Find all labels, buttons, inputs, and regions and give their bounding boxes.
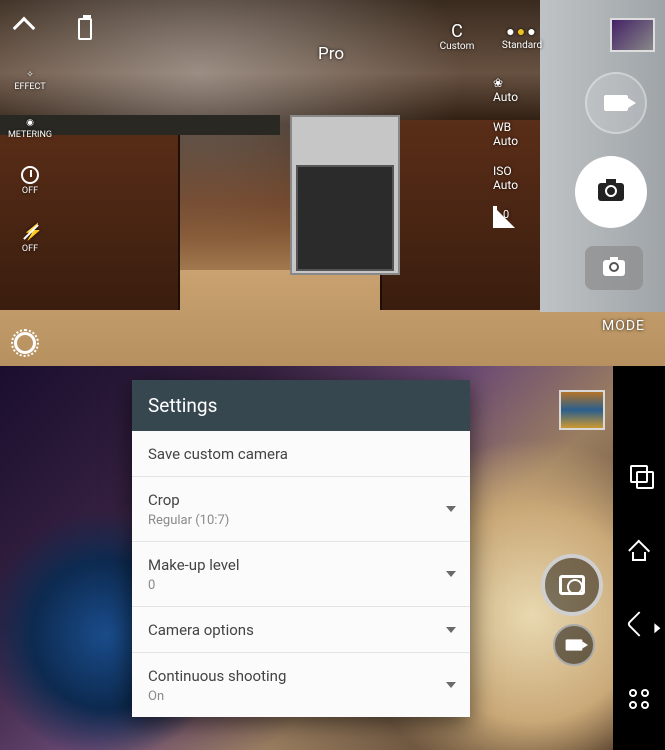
chevron-down-icon (446, 627, 456, 633)
collapse-button[interactable] (16, 20, 32, 36)
chevron-down-icon (446, 571, 456, 577)
chevron-down-icon (446, 506, 456, 512)
iso-header: ISO (493, 164, 543, 178)
focus-value: Auto (493, 90, 518, 104)
camera-icon (598, 183, 624, 201)
custom-icon: C (434, 23, 480, 41)
timer-icon (21, 166, 39, 184)
mode-button[interactable]: MODE (602, 318, 645, 334)
settings-item-save-custom[interactable]: Save custom camera (132, 431, 470, 477)
gallery-thumbnail-2[interactable] (559, 390, 605, 430)
mode-standard-button[interactable]: ●●● Standard (494, 23, 550, 51)
home-button[interactable] (627, 537, 651, 561)
metering-label: METERING (8, 130, 52, 140)
switch-camera-icon (603, 260, 625, 276)
back-button[interactable] (627, 612, 651, 636)
settings-item-label: Save custom camera (148, 445, 454, 463)
mode-custom-label: Custom (434, 41, 480, 52)
mode-label-pro: Pro (318, 44, 344, 64)
battery-icon (78, 18, 92, 40)
gear-icon (14, 332, 36, 354)
mode-grid-button[interactable] (627, 687, 651, 711)
video-icon (566, 639, 583, 650)
recents-icon (630, 465, 648, 483)
iso-button[interactable]: ISO Auto (493, 164, 543, 192)
iso-value: Auto (493, 178, 518, 192)
effect-icon: ✧ (6, 70, 54, 80)
chevron-up-icon (13, 17, 36, 40)
wb-header: WB (493, 120, 543, 134)
white-balance-button[interactable]: WB Auto (493, 120, 543, 148)
camera-pro-screenshot: Pro C Custom ●●● Standard ✧ EFFECT ◉ MET… (0, 0, 665, 366)
flash-label: OFF (22, 244, 38, 254)
mode-standard-label: Standard (494, 40, 550, 51)
shutter-button-2[interactable] (541, 554, 603, 616)
metering-button[interactable]: ◉ METERING (6, 118, 54, 140)
focus-button[interactable]: ❀ Auto (493, 76, 543, 104)
video-icon (604, 95, 628, 111)
mode-custom-button[interactable]: C Custom (434, 23, 480, 52)
settings-item-continuous[interactable]: Continuous shooting On (132, 653, 470, 717)
settings-item-label: Crop (148, 491, 454, 509)
chevron-down-icon (446, 682, 456, 688)
camera-icon (559, 575, 585, 595)
effect-label: EFFECT (14, 82, 45, 92)
self-timer-label: OFF (22, 186, 38, 196)
effect-button[interactable]: ✧ EFFECT (6, 70, 54, 92)
settings-item-value: 0 (148, 578, 454, 593)
video-record-button[interactable] (585, 72, 647, 134)
settings-item-label: Make-up level (148, 556, 454, 574)
mode-grid-icon (629, 689, 649, 709)
back-icon (626, 611, 651, 636)
settings-item-makeup[interactable]: Make-up level 0 (132, 542, 470, 607)
shutter-button[interactable] (575, 156, 647, 228)
video-record-button-2[interactable] (553, 624, 595, 666)
settings-item-label: Continuous shooting (148, 667, 454, 685)
settings-button[interactable] (14, 332, 36, 354)
flash-off-icon (23, 222, 37, 242)
wb-value: Auto (493, 134, 518, 148)
focus-icon: ❀ (493, 76, 503, 90)
android-nav-bar (613, 366, 665, 750)
exposure-icon (493, 206, 497, 223)
settings-item-label: Camera options (148, 621, 454, 639)
switch-camera-button[interactable] (585, 246, 643, 290)
settings-dialog: Settings Save custom camera Crop Regular… (132, 380, 470, 717)
settings-title: Settings (132, 380, 470, 431)
metering-icon: ◉ (6, 118, 54, 128)
settings-item-value: On (148, 689, 454, 704)
recents-button[interactable] (627, 462, 651, 486)
palette-icon: ●●● (494, 23, 550, 40)
settings-item-crop[interactable]: Crop Regular (10:7) (132, 477, 470, 542)
settings-item-camera-options[interactable]: Camera options (132, 607, 470, 653)
flash-button[interactable]: OFF (6, 222, 54, 254)
settings-item-value: Regular (10:7) (148, 513, 454, 528)
exposure-button[interactable]: 0 (493, 208, 543, 222)
self-timer-button[interactable]: OFF (6, 166, 54, 196)
camera-settings-screenshot: Settings Save custom camera Crop Regular… (0, 366, 665, 750)
